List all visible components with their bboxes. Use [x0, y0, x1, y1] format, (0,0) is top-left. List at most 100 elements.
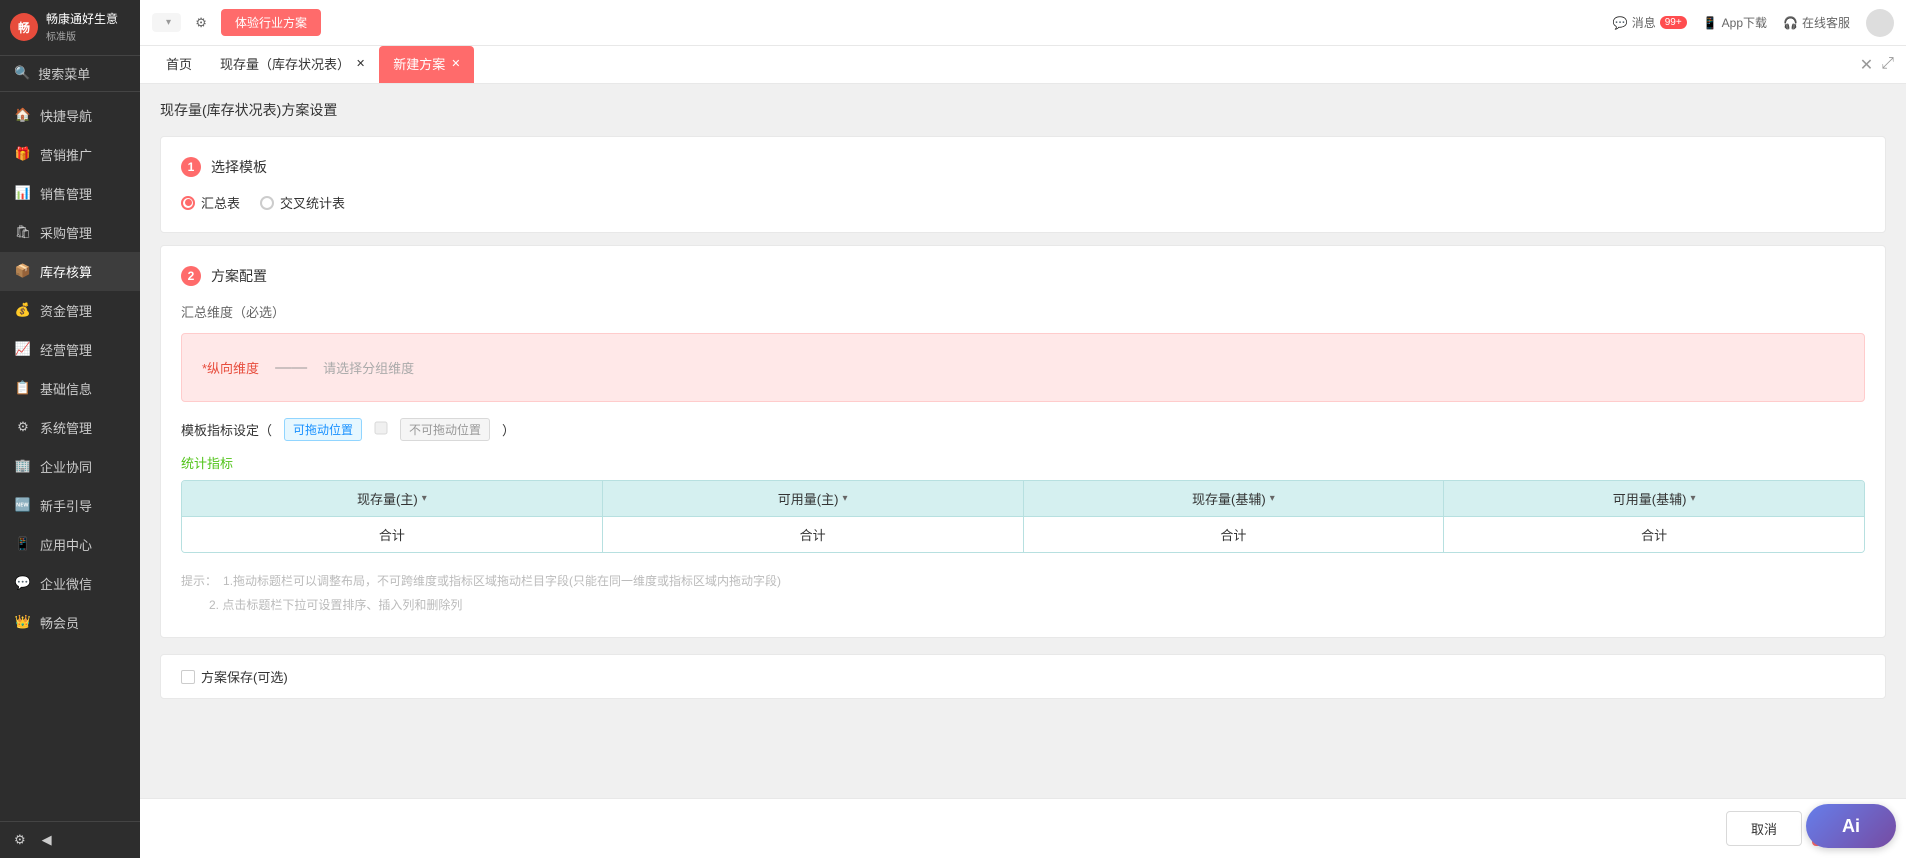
- stat-col-3-label: 可用量(基辅): [1613, 489, 1687, 508]
- indicator-separator: [374, 421, 388, 438]
- tab-new-plan[interactable]: 新建方案 ✕: [379, 46, 474, 83]
- online-service-item[interactable]: 🎧 在线客服: [1783, 14, 1850, 31]
- stat-col-3-chevron[interactable]: ▾: [1690, 493, 1695, 504]
- content-area: 现存量(库存状况表)方案设置 1 选择模板 汇总表 交叉统计表: [140, 84, 1906, 798]
- app-download-label: App下载: [1722, 14, 1767, 31]
- save-option-label: 方案保存(可选): [201, 667, 288, 686]
- radio-summary-label: 汇总表: [201, 193, 240, 212]
- topbar-title-area: ▾: [152, 13, 181, 32]
- radio-summary[interactable]: 汇总表: [181, 193, 240, 212]
- sidebar-item-label: 企业协同: [40, 457, 92, 476]
- stat-body-col-1: 合计: [603, 517, 1024, 552]
- stat-col-0-label: 现存量(主): [357, 489, 418, 508]
- sidebar-item-purchase[interactable]: 🛍 采购管理: [0, 213, 140, 252]
- sidebar-item-inventory[interactable]: 📦 库存核算: [0, 252, 140, 291]
- sidebar-item-enterprise[interactable]: 🏢 企业协同: [0, 447, 140, 486]
- collapse-icon[interactable]: ◀: [42, 832, 52, 848]
- stat-body-cell-1: 合计: [603, 517, 1023, 552]
- tabs-actions: ✕ ⤢: [1860, 55, 1894, 75]
- tab-home[interactable]: 首页: [152, 46, 206, 83]
- message-item[interactable]: 💬 消息 99+: [1613, 14, 1687, 31]
- sidebar-item-wechat[interactable]: 💬 企业微信: [0, 564, 140, 603]
- settings-footer-icon[interactable]: ⚙: [14, 832, 26, 848]
- sidebar-item-sales[interactable]: 📊 销售管理: [0, 174, 140, 213]
- tab-new-plan-label: 新建方案: [393, 54, 445, 73]
- message-badge: 99+: [1660, 16, 1687, 29]
- sidebar-item-label: 库存核算: [40, 262, 92, 281]
- app-download-item[interactable]: 📱 App下载: [1703, 14, 1767, 31]
- tab-close-all-icon[interactable]: ✕: [1860, 55, 1873, 75]
- stat-body-col-3: 合计: [1444, 517, 1864, 552]
- wechat-icon: 💬: [14, 574, 32, 592]
- member-icon: 👑: [14, 613, 32, 631]
- search-icon: 🔍: [14, 65, 30, 81]
- step1-badge: 1: [181, 157, 201, 177]
- sidebar-item-basic-info[interactable]: 📋 基础信息: [0, 369, 140, 408]
- sidebar-item-label: 应用中心: [40, 535, 92, 554]
- tips-section: 提示： 1.拖动标题栏可以调整布局，不可跨维度或指标区域拖动栏目字段(只能在同一…: [181, 569, 1865, 617]
- stat-body-col-2: 合计: [1024, 517, 1445, 552]
- dimension-selector-box[interactable]: *纵向维度 —— 请选择分组维度: [181, 333, 1865, 402]
- step1-title: 选择模板: [211, 157, 267, 177]
- stat-body-cell-0: 合计: [182, 517, 602, 552]
- sidebar-search[interactable]: 🔍 搜索菜单: [0, 56, 140, 92]
- stat-col-0-chevron[interactable]: ▾: [422, 493, 427, 504]
- sidebar-item-member[interactable]: 👑 畅会员: [0, 603, 140, 642]
- indicator-row-suffix: ）: [502, 420, 515, 439]
- basic-info-icon: 📋: [14, 379, 32, 397]
- topbar-settings-btn[interactable]: ⚙: [187, 9, 215, 37]
- dimension-section-label: 汇总维度（必选）: [181, 302, 1865, 321]
- sidebar-item-label: 基础信息: [40, 379, 92, 398]
- sidebar-item-label: 畅会员: [40, 613, 79, 632]
- topbar-left: ▾ ⚙ 体验行业方案: [152, 9, 1605, 37]
- sidebar-item-app-center[interactable]: 📱 应用中心: [0, 525, 140, 564]
- ai-fab-button[interactable]: Ai: [1806, 804, 1896, 848]
- sidebar-item-label: 新手引导: [40, 496, 92, 515]
- sidebar-item-operation[interactable]: 📈 经营管理: [0, 330, 140, 369]
- sidebar-item-quick-nav[interactable]: 🏠 快捷导航: [0, 96, 140, 135]
- dimension-placeholder: 请选择分组维度: [323, 358, 414, 377]
- topbar-right: 💬 消息 99+ 📱 App下载 🎧 在线客服: [1613, 9, 1894, 37]
- online-service-label: 在线客服: [1802, 14, 1850, 31]
- tab-inventory-label: 现存量（库存状况表）: [220, 54, 350, 73]
- message-icon: 💬: [1613, 16, 1628, 30]
- stat-col-3: 可用量(基辅) ▾: [1444, 481, 1864, 517]
- quick-nav-icon: 🏠: [14, 106, 32, 124]
- sidebar-item-marketing[interactable]: 🎁 营销推广: [0, 135, 140, 174]
- operation-icon: 📈: [14, 340, 32, 358]
- stat-col-1-label: 可用量(主): [778, 489, 839, 508]
- save-checkbox[interactable]: [181, 670, 195, 684]
- tip-title: 提示：: [181, 569, 217, 593]
- sidebar-item-finance[interactable]: 💰 资金管理: [0, 291, 140, 330]
- stat-col-1-chevron[interactable]: ▾: [842, 493, 847, 504]
- save-option-row: 方案保存(可选): [160, 654, 1886, 699]
- tab-inventory-close[interactable]: ✕: [356, 57, 365, 70]
- tab-inventory-status[interactable]: 现存量（库存状况表） ✕: [206, 46, 379, 83]
- trial-btn[interactable]: 体验行业方案: [221, 9, 321, 36]
- user-avatar[interactable]: [1866, 9, 1894, 37]
- tabs-bar: 首页 现存量（库存状况表） ✕ 新建方案 ✕ ✕ ⤢: [140, 46, 1906, 84]
- stat-header-cell-0[interactable]: 现存量(主) ▾: [182, 481, 602, 517]
- step1-section: 1 选择模板 汇总表 交叉统计表: [160, 136, 1886, 233]
- tab-fullscreen-icon[interactable]: ⤢: [1881, 55, 1894, 75]
- marketing-icon: 🎁: [14, 145, 32, 163]
- tab-home-label: 首页: [166, 54, 192, 73]
- cancel-button[interactable]: 取消: [1726, 811, 1802, 846]
- stat-header-cell-3[interactable]: 可用量(基辅) ▾: [1444, 481, 1864, 517]
- logo-icon: 畅: [10, 13, 38, 41]
- stat-table-body: 合计 合计 合计 合计: [182, 517, 1864, 552]
- stat-body-cell-2: 合计: [1024, 517, 1444, 552]
- radio-cross[interactable]: 交叉统计表: [260, 193, 345, 212]
- movable-tag: 可拖动位置: [284, 418, 362, 441]
- sidebar-item-system[interactable]: ⚙ 系统管理: [0, 408, 140, 447]
- topbar-dropdown-icon[interactable]: ▾: [166, 17, 171, 28]
- tab-new-plan-close[interactable]: ✕: [451, 57, 460, 70]
- headset-icon: 🎧: [1783, 16, 1798, 30]
- stat-col-2: 现存量(基辅) ▾: [1024, 481, 1445, 517]
- sidebar-footer: ⚙ ◀: [0, 821, 140, 858]
- sidebar-item-newcomer[interactable]: 🆕 新手引导: [0, 486, 140, 525]
- stat-header-cell-2[interactable]: 现存量(基辅) ▾: [1024, 481, 1444, 517]
- stat-header-cell-1[interactable]: 可用量(主) ▾: [603, 481, 1023, 517]
- newcomer-icon: 🆕: [14, 496, 32, 514]
- stat-col-2-chevron[interactable]: ▾: [1270, 493, 1275, 504]
